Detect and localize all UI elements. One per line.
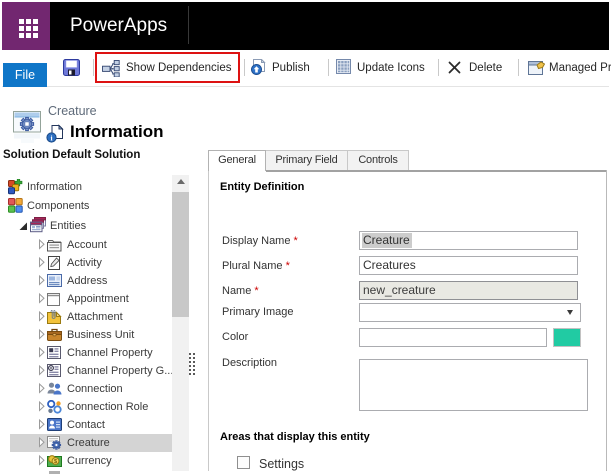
- svg-text:$: $: [54, 459, 57, 465]
- svg-text:i: i: [50, 133, 52, 142]
